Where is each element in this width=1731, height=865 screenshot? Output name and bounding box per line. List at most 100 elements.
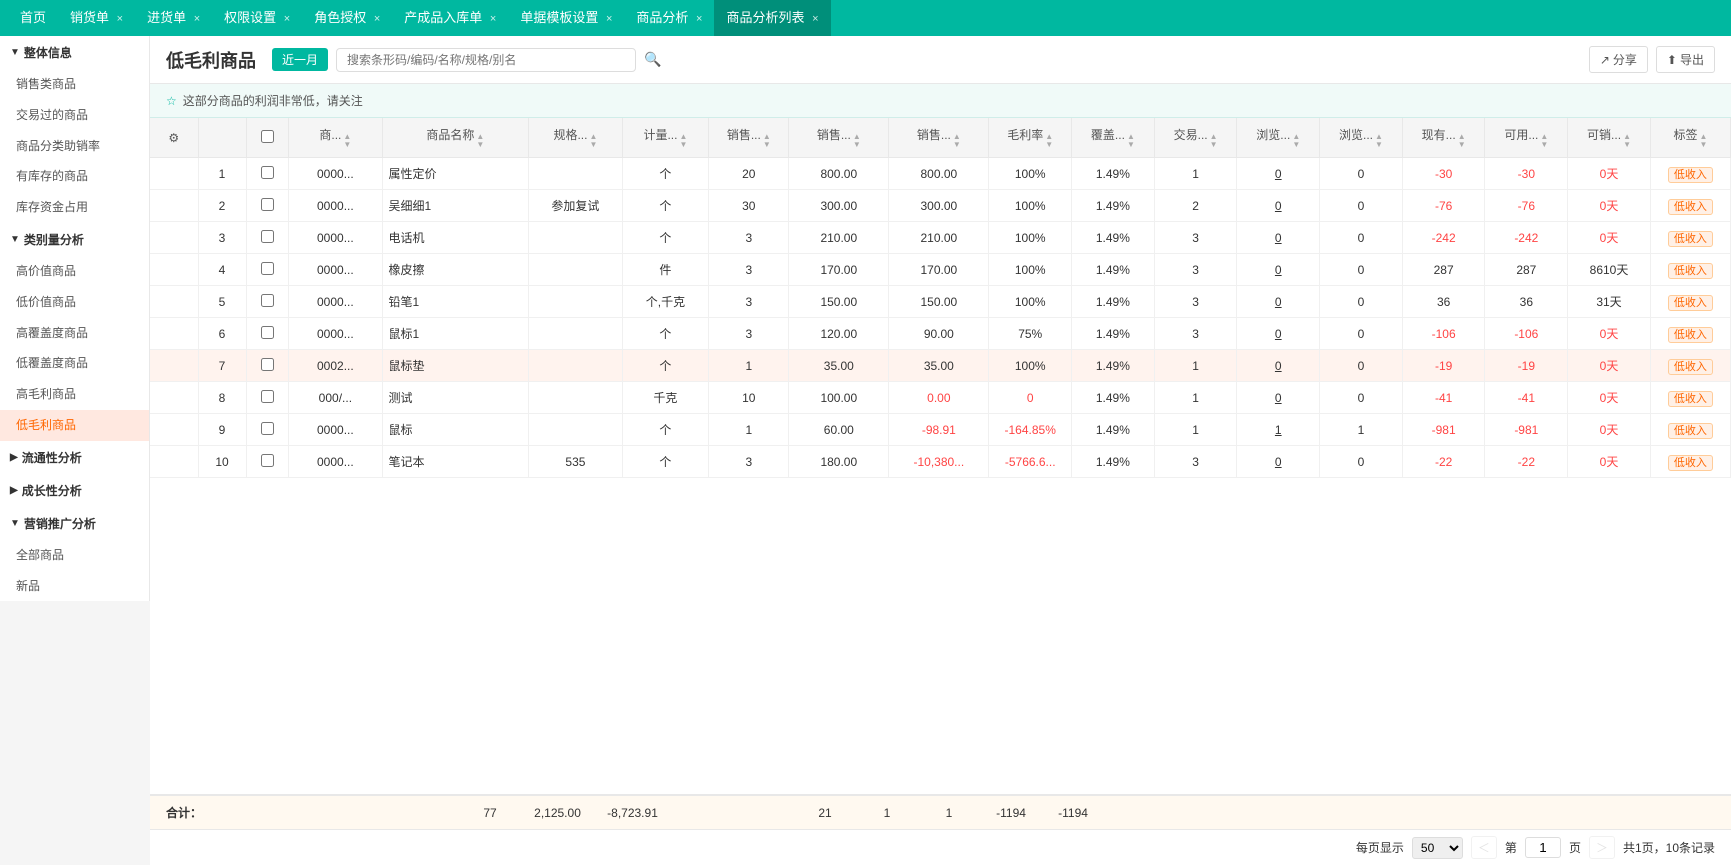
sidebar-group-growth[interactable]: ▶ 成长性分析 [0,474,149,507]
sidebar-item-high-margin[interactable]: 高毛利商品 [0,379,149,410]
th-settings[interactable]: ⚙ [150,118,198,158]
export-button[interactable]: ⬆ 导出 [1656,46,1715,73]
sidebar-group-category[interactable]: ▼ 类别量分析 [0,223,149,256]
cell-check[interactable] [246,446,289,478]
nav-product-analysis[interactable]: 商品分析 × [624,0,714,36]
row-checkbox[interactable] [261,166,274,179]
cell-sale-amt: 120.00 [789,318,889,350]
th-tag[interactable]: 标签▲▼ [1650,118,1730,158]
row-checkbox[interactable] [261,262,274,275]
sidebar-item-low-coverage[interactable]: 低覆盖度商品 [0,348,149,379]
cell-browse1[interactable]: 0 [1237,382,1320,414]
cell-browse1[interactable]: 0 [1237,350,1320,382]
browse1-link[interactable]: 1 [1275,423,1282,437]
th-sale-qty[interactable]: 销售...▲▼ [709,118,789,158]
prev-page-button[interactable]: ＜ [1471,836,1497,859]
row-checkbox[interactable] [261,230,274,243]
page-number-input[interactable] [1525,837,1561,858]
th-browse1[interactable]: 浏览...▲▼ [1237,118,1320,158]
next-page-button[interactable]: ＞ [1589,836,1615,859]
browse1-link[interactable]: 0 [1275,327,1282,341]
cell-check[interactable] [246,190,289,222]
nav-product-analysis-list[interactable]: 商品分析列表 × [714,0,830,36]
th-coverage-rate[interactable]: 覆盖...▲▼ [1072,118,1155,158]
cell-browse1[interactable]: 0 [1237,158,1320,190]
sidebar-item-traded-products[interactable]: 交易过的商品 [0,100,149,131]
sidebar-group-overall[interactable]: ▼ 整体信息 [0,36,149,69]
row-checkbox[interactable] [261,390,274,403]
browse1-link[interactable]: 0 [1275,391,1282,405]
tag-badge: 低收入 [1668,391,1713,407]
th-trade-count[interactable]: 交易...▲▼ [1154,118,1237,158]
sidebar-item-new-products[interactable]: 新品 [0,571,149,602]
page-label: 第 [1505,839,1517,856]
cell-browse1[interactable]: 0 [1237,254,1320,286]
th-spec[interactable]: 规格...▲▼ [529,118,622,158]
nav-permission[interactable]: 权限设置 × [212,0,302,36]
share-button[interactable]: ↗ 分享 [1589,46,1648,73]
search-input[interactable] [336,48,636,72]
th-gross-rate[interactable]: 毛利率▲▼ [989,118,1072,158]
cell-browse1[interactable]: 0 [1237,286,1320,318]
cell-check[interactable] [246,318,289,350]
th-avail-stock[interactable]: 可用...▲▼ [1485,118,1568,158]
browse1-link[interactable]: 0 [1275,231,1282,245]
cell-cover-rate: 1.49% [1072,446,1155,478]
period-tag-button[interactable]: 近一月 [272,48,328,71]
cell-browse1[interactable]: 0 [1237,222,1320,254]
browse1-link[interactable]: 0 [1275,263,1282,277]
nav-role-auth[interactable]: 角色授权 × [302,0,392,36]
sidebar-item-low-value[interactable]: 低价值商品 [0,287,149,318]
sidebar-group-marketing[interactable]: ▼ 营销推广分析 [0,507,149,540]
browse1-link[interactable]: 0 [1275,167,1282,181]
cell-check[interactable] [246,414,289,446]
sidebar-group-flow[interactable]: ▶ 流通性分析 [0,441,149,474]
search-button[interactable]: 🔍 [644,51,661,68]
nav-purchase-order[interactable]: 进货单 × [135,0,212,36]
th-name[interactable]: 商品名称▲▼ [382,118,529,158]
per-page-select[interactable]: 50 100 [1412,837,1463,859]
browse1-link[interactable]: 0 [1275,455,1282,469]
sidebar-item-low-margin[interactable]: 低毛利商品 [0,410,149,441]
row-checkbox[interactable] [261,422,274,435]
row-checkbox[interactable] [261,326,274,339]
cell-check[interactable] [246,350,289,382]
nav-sales-order[interactable]: 销货单 × [58,0,135,36]
sidebar-item-category-rate[interactable]: 商品分类助销率 [0,131,149,162]
th-sale-amt[interactable]: 销售...▲▼ [789,118,889,158]
th-sale-profit[interactable]: 销售...▲▼ [889,118,989,158]
sidebar-item-all-products[interactable]: 全部商品 [0,540,149,571]
cell-browse1[interactable]: 0 [1237,318,1320,350]
cell-browse1[interactable]: 0 [1237,446,1320,478]
sidebar-item-inventory-capital[interactable]: 库存资金占用 [0,192,149,223]
nav-template-settings[interactable]: 单据模板设置 × [508,0,624,36]
select-all-checkbox[interactable] [261,130,274,143]
sidebar-item-sales-products[interactable]: 销售类商品 [0,69,149,100]
th-code[interactable]: 商...▲▼ [289,118,382,158]
cell-check[interactable] [246,158,289,190]
row-checkbox[interactable] [261,198,274,211]
th-current-stock[interactable]: 现有...▲▼ [1402,118,1485,158]
browse1-link[interactable]: 0 [1275,359,1282,373]
row-checkbox[interactable] [261,358,274,371]
browse1-link[interactable]: 0 [1275,199,1282,213]
cell-browse1[interactable]: 1 [1237,414,1320,446]
cell-check[interactable] [246,254,289,286]
nav-home[interactable]: 首页 [8,0,58,36]
th-saleable-days[interactable]: 可销...▲▼ [1568,118,1651,158]
cell-check[interactable] [246,286,289,318]
th-check[interactable] [246,118,289,158]
nav-product-entry[interactable]: 产成品入库单 × [392,0,508,36]
cell-browse1[interactable]: 0 [1237,190,1320,222]
sidebar-item-high-coverage[interactable]: 高覆盖度商品 [0,318,149,349]
cell-check[interactable] [246,382,289,414]
sidebar-item-inventory-products[interactable]: 有库存的商品 [0,161,149,192]
th-unit[interactable]: 计量...▲▼ [622,118,709,158]
cell-check[interactable] [246,222,289,254]
row-checkbox[interactable] [261,294,274,307]
browse1-link[interactable]: 0 [1275,295,1282,309]
table-container[interactable]: ⚙ 商...▲▼ 商品名称▲▼ 规格...▲▼ 计量. [150,118,1731,794]
row-checkbox[interactable] [261,454,274,467]
sidebar-item-high-value[interactable]: 高价值商品 [0,256,149,287]
th-browse2[interactable]: 浏览...▲▼ [1320,118,1403,158]
